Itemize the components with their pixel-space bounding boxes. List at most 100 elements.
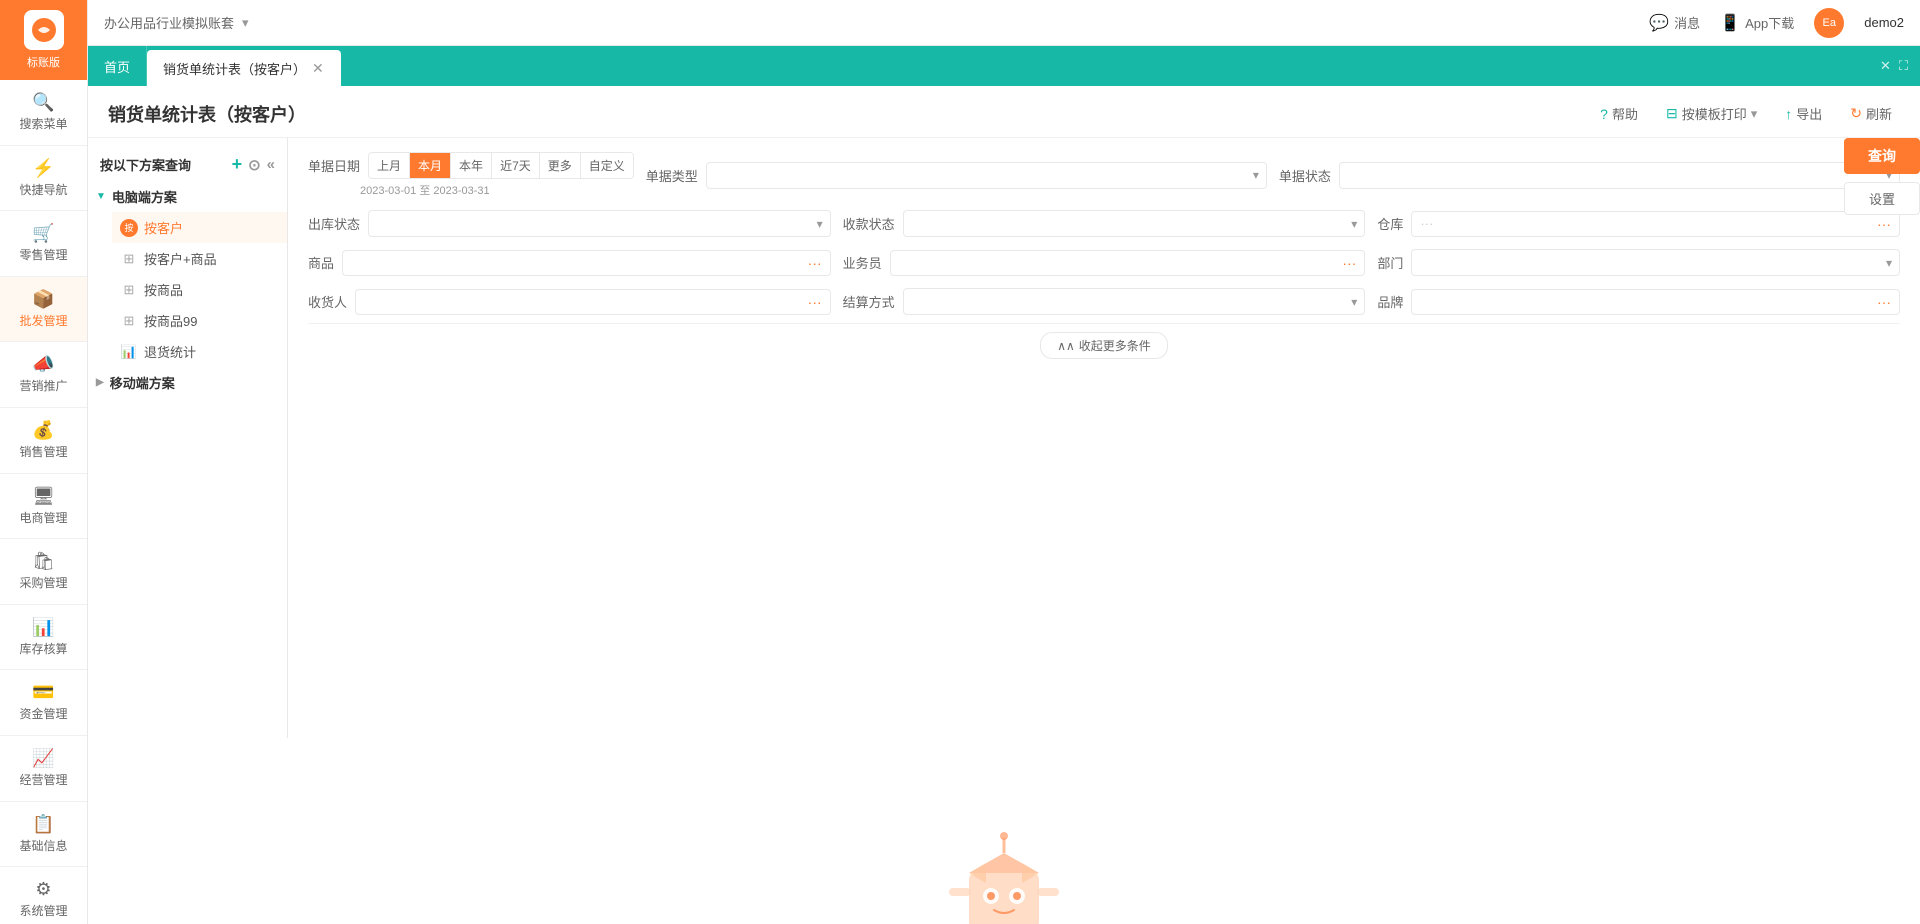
date-this-month-btn[interactable]: 本月 — [410, 153, 451, 178]
filter-settlement-item: 结算方式 ▾ — [843, 288, 1366, 315]
goods-more-btn[interactable]: ··· — [808, 255, 822, 271]
goods-input-wrapper: ··· — [342, 250, 831, 276]
filter-goods-item: 商品 ··· — [308, 250, 831, 276]
sidebar-item-retail[interactable]: 🛒 零售管理 — [0, 211, 87, 277]
print-btn[interactable]: ⊟ 按模板打印 ▾ — [1658, 100, 1765, 127]
system-icon: ⚙ — [35, 879, 51, 900]
wholesale-icon: 📦 — [32, 289, 54, 310]
tab-home-label: 首页 — [104, 57, 130, 76]
date-more-btn[interactable]: 更多 — [540, 153, 581, 178]
sidebar-item-system[interactable]: ⚙ 系统管理 — [0, 867, 87, 924]
purchase-icon: 🛍 — [32, 551, 55, 572]
payment-status-select[interactable] — [903, 210, 1366, 237]
recipient-more-btn[interactable]: ··· — [808, 294, 822, 310]
date-custom-btn[interactable]: 自定义 — [581, 153, 633, 178]
tab-maximize-icon[interactable]: ⛶ — [1899, 58, 1908, 74]
page-content: 销货单统计表（按客户） ? 帮助 ⊟ 按模板打印 ▾ ↑ 导出 — [88, 86, 1920, 924]
sidebar-item-finance[interactable]: 💳 资金管理 — [0, 670, 87, 736]
scheme-return-stats[interactable]: 📊 退货统计 — [112, 336, 287, 367]
sidebar-item-ecommerce[interactable]: 🖥 电商管理 — [0, 474, 87, 540]
scheme-by-goods[interactable]: ⊞ 按商品 — [112, 274, 287, 305]
app-download-label: App下载 — [1745, 13, 1794, 32]
collapse-panel-btn[interactable]: « — [267, 156, 275, 173]
panel-header: 按以下方案查询 + ⊙ « — [88, 148, 287, 181]
collapse-btn[interactable]: ∧∧ 收起更多条件 — [1040, 332, 1168, 359]
account-title: 办公用品行业模拟账套 — [104, 13, 234, 32]
sidebar-item-wholesale-label: 批发管理 — [19, 314, 67, 330]
warehouse-label: 仓库 — [1377, 214, 1403, 233]
tab-home[interactable]: 首页 — [88, 46, 147, 86]
app-download-btn[interactable]: 📱 App下载 — [1720, 13, 1794, 33]
warehouse-placeholder: ··· — [1420, 216, 1877, 231]
inventory-icon: 📊 — [32, 617, 54, 638]
department-select-wrapper: ▾ — [1411, 249, 1900, 276]
query-btn[interactable]: 查询 — [1844, 138, 1920, 174]
sidebar-item-retail-label: 零售管理 — [19, 248, 67, 264]
scheme-by-goods99[interactable]: ⊞ 按商品99 — [112, 305, 287, 336]
sidebar-item-search[interactable]: 🔍 搜索菜单 — [0, 80, 87, 146]
ecommerce-icon: 🖥 — [32, 486, 55, 507]
sidebar-item-purchase[interactable]: 🛍 采购管理 — [0, 539, 87, 605]
department-select[interactable] — [1411, 249, 1900, 276]
sidebar-item-wholesale[interactable]: 📦 批发管理 — [0, 277, 87, 343]
sidebar-item-purchase-label: 采购管理 — [19, 576, 67, 592]
brand-label: 品牌 — [1377, 292, 1403, 311]
header-right: 💬 消息 📱 App下载 Ea demo2 — [1649, 8, 1904, 38]
tab-sales-summary[interactable]: 销货单统计表（按客户） ✕ — [147, 50, 341, 86]
tree-group-desktop[interactable]: ▼ 电脑端方案 — [88, 181, 287, 212]
tree-collapse-icon: ▶ — [96, 377, 104, 388]
brand-more-btn[interactable]: ··· — [1877, 294, 1891, 310]
quick-nav-icon: ⚡ — [32, 158, 54, 179]
add-scheme-btn[interactable]: + — [232, 154, 243, 175]
logo-area[interactable]: 标账版 — [0, 0, 87, 80]
help-btn[interactable]: ? 帮助 — [1592, 100, 1646, 127]
doc-type-select-wrapper: ▾ — [706, 162, 1267, 189]
sidebar-item-marketing[interactable]: 📣 营销推广 — [0, 342, 87, 408]
user-avatar[interactable]: Ea — [1814, 8, 1844, 38]
sidebar-item-inventory-label: 库存核算 — [19, 642, 67, 658]
tree-group-mobile[interactable]: ▶ 移动端方案 — [88, 367, 287, 398]
scheme-by-goods-icon: ⊞ — [120, 281, 138, 299]
warehouse-more-btn[interactable]: ··· — [1877, 216, 1891, 232]
scheme-return-stats-icon: 📊 — [120, 343, 138, 361]
out-status-select[interactable] — [368, 210, 831, 237]
page-title: 销货单统计表（按客户） — [108, 101, 306, 127]
action-buttons: 查询 设置 — [1844, 138, 1920, 215]
date-last-7-btn[interactable]: 近7天 — [492, 153, 540, 178]
header-left: 办公用品行业模拟账套 ▾ — [104, 13, 249, 32]
sidebar-item-sales-label: 销售管理 — [19, 445, 67, 461]
tab-bar: 首页 销货单统计表（按客户） ✕ ✕ ⛶ — [88, 46, 1920, 86]
scheme-by-customer[interactable]: 按 按客户 — [112, 212, 287, 243]
help-icon: ? — [1600, 106, 1608, 122]
date-last-month-btn[interactable]: 上月 — [369, 153, 410, 178]
content-area: 按以下方案查询 + ⊙ « ▼ 电脑端方案 按 — [88, 138, 1920, 738]
message-btn[interactable]: 💬 消息 — [1649, 13, 1700, 33]
date-buttons: 上月 本月 本年 近7天 更多 自定义 — [368, 152, 634, 179]
export-btn[interactable]: ↑ 导出 — [1777, 100, 1830, 127]
sidebar-item-search-label: 搜索菜单 — [19, 117, 67, 133]
scheme-by-customer-goods[interactable]: ⊞ 按客户+商品 — [112, 243, 287, 274]
username[interactable]: demo2 — [1864, 15, 1904, 30]
sidebar-item-sales-mgmt[interactable]: 💰 销售管理 — [0, 408, 87, 474]
empty-illustration — [939, 818, 1069, 924]
scheme-by-goods99-label: 按商品99 — [144, 311, 197, 330]
refresh-btn[interactable]: ↻ 刷新 — [1842, 100, 1900, 127]
salesperson-more-btn[interactable]: ··· — [1342, 255, 1356, 271]
settings-btn[interactable]: 设置 — [1844, 182, 1920, 215]
sidebar-item-inventory[interactable]: 📊 库存核算 — [0, 605, 87, 671]
settlement-select[interactable] — [903, 288, 1366, 315]
settings-scheme-btn[interactable]: ⊙ — [248, 156, 261, 174]
tab-close-all-icon[interactable]: ✕ — [1880, 58, 1891, 74]
doc-status-select[interactable] — [1339, 162, 1900, 189]
print-dropdown-icon[interactable]: ▾ — [1751, 106, 1758, 122]
sidebar-item-marketing-label: 营销推广 — [19, 379, 67, 395]
doc-type-select[interactable] — [706, 162, 1267, 189]
sidebar-item-basic-info[interactable]: 📋 基础信息 — [0, 802, 87, 868]
date-this-year-btn[interactable]: 本年 — [451, 153, 492, 178]
sidebar-item-quick-nav[interactable]: ⚡ 快捷导航 — [0, 146, 87, 212]
dropdown-icon[interactable]: ▾ — [242, 15, 249, 31]
sidebar-menu: 🔍 搜索菜单 ⚡ 快捷导航 🛒 零售管理 📦 批发管理 📣 营销推广 💰 销售管… — [0, 80, 87, 924]
sidebar-item-basic-info-label: 基础信息 — [19, 839, 67, 855]
tab-close-icon[interactable]: ✕ — [312, 60, 324, 77]
sidebar-item-operations[interactable]: 📈 经营管理 — [0, 736, 87, 802]
